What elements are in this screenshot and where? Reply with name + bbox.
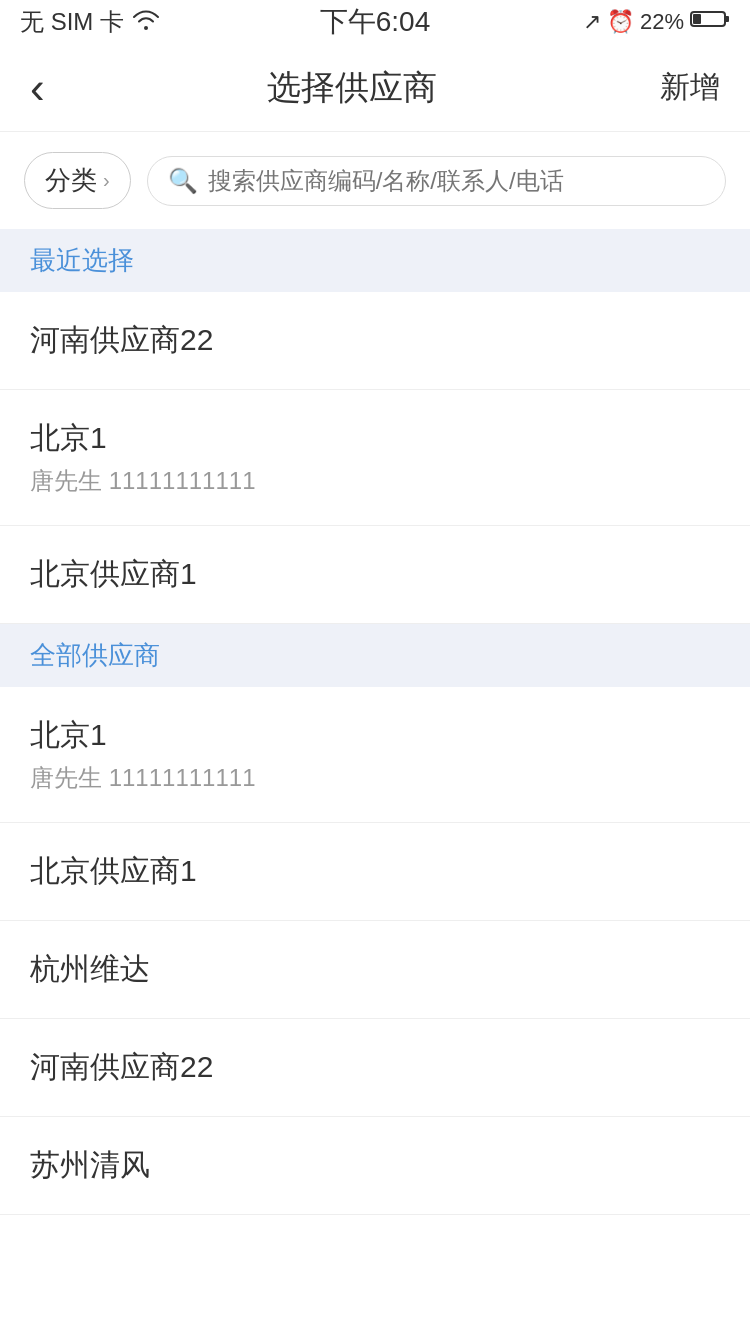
list-item[interactable]: 苏州清风 [0,1117,750,1215]
back-button[interactable]: ‹ [30,63,45,113]
location-icon: ↗ [583,9,601,35]
carrier-text: 无 SIM 卡 [20,6,124,38]
item-name: 苏州清风 [30,1145,720,1186]
all-list: 北京1 唐先生 11111111111 北京供应商1 杭州维达河南供应商22 苏州清风 [0,687,750,1215]
alarm-icon: ⏰ [607,9,634,35]
all-section-header: 全部供应商 [0,624,750,687]
category-button[interactable]: 分类 › [24,152,131,209]
item-name: 河南供应商22 [30,320,720,361]
status-bar: 无 SIM 卡 下午6:04 ↗ ⏰ 22% [0,0,750,44]
item-name: 河南供应商22 [30,1047,720,1088]
nav-bar: ‹ 选择供应商 新增 [0,44,750,132]
item-name: 北京1 [30,715,720,756]
item-sub: 唐先生 11111111111 [30,465,720,497]
item-name: 北京供应商1 [30,554,720,595]
list-item[interactable]: 北京1 唐先生 11111111111 [0,687,750,823]
svg-rect-1 [725,16,729,22]
list-item[interactable]: 北京供应商1 [0,526,750,624]
list-item[interactable]: 北京供应商1 [0,823,750,921]
list-item[interactable]: 北京1 唐先生 11111111111 [0,390,750,526]
recent-list: 河南供应商22 北京1 唐先生 11111111111 北京供应商1 [0,292,750,624]
category-label: 分类 [45,163,97,198]
battery-text: 22% [640,9,684,35]
list-item[interactable]: 河南供应商22 [0,1019,750,1117]
item-name: 北京供应商1 [30,851,720,892]
item-sub: 唐先生 11111111111 [30,762,720,794]
search-icon: 🔍 [168,167,198,195]
search-input[interactable] [208,167,705,195]
filter-bar: 分类 › 🔍 [0,132,750,229]
list-item[interactable]: 河南供应商22 [0,292,750,390]
item-name: 北京1 [30,418,720,459]
list-item[interactable]: 杭州维达 [0,921,750,1019]
search-box: 🔍 [147,156,726,206]
add-button[interactable]: 新增 [660,67,720,108]
status-right: ↗ ⏰ 22% [583,9,730,35]
item-name: 杭州维达 [30,949,720,990]
status-time: 下午6:04 [320,3,431,41]
recent-section-header: 最近选择 [0,229,750,292]
svg-rect-2 [693,14,701,24]
chevron-right-icon: › [103,169,110,192]
battery-icon [690,9,730,35]
page-title: 选择供应商 [267,65,437,111]
status-left: 无 SIM 卡 [20,6,160,38]
all-section-label: 全部供应商 [30,640,160,670]
wifi-icon [132,8,160,36]
recent-section-label: 最近选择 [30,245,134,275]
